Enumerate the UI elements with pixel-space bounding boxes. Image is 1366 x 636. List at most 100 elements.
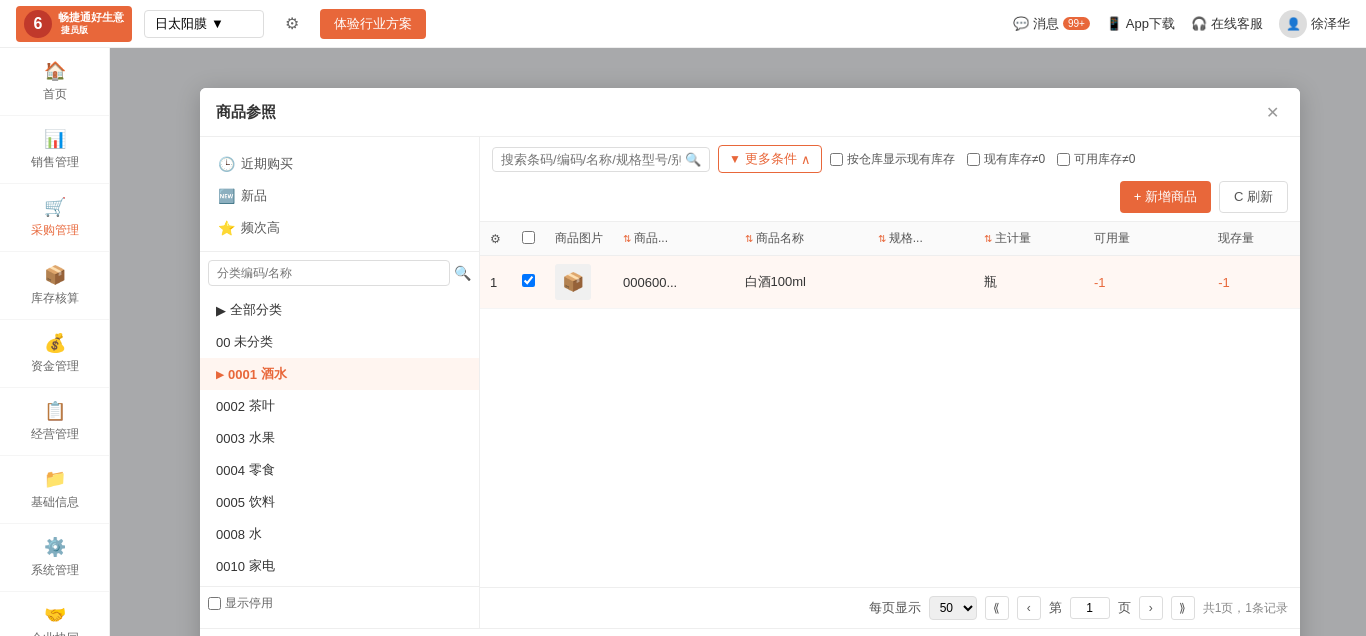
quick-tabs: 🕒 近期购买 🆕 新品 ⭐ 频次高 — [200, 145, 479, 247]
product-table-area: ⚙ 商品图片 ⇅ 商品... — [480, 222, 1300, 587]
gear-icon: ⚙ — [490, 232, 501, 246]
page-label: 第 — [1049, 599, 1062, 617]
product-search-box[interactable]: 🔍 — [492, 147, 710, 172]
category-item-0004[interactable]: 0004 零食 — [200, 454, 479, 486]
store-selector[interactable]: 日太阳膜 ▼ — [144, 10, 264, 38]
usable-not-zero-checkbox[interactable] — [1057, 153, 1070, 166]
category-item-0001[interactable]: ▶ 0001 酒水 — [200, 358, 479, 390]
sidebar-item-operations[interactable]: 📋 经营管理 — [0, 388, 109, 456]
table-row[interactable]: 1 📦 000600... 白酒100ml 瓶 -1 — [480, 256, 1300, 309]
product-reference-dialog: 商品参照 ✕ 🕒 近期购买 🆕 新品 — [200, 88, 1300, 636]
sidebar: 🏠 首页 📊 销售管理 🛒 采购管理 📦 库存核算 💰 资金管理 📋 经营管理 … — [0, 48, 110, 636]
category-item-00[interactable]: 00 未分类 — [200, 326, 479, 358]
th-spec[interactable]: ⇅ 规格... — [868, 222, 974, 256]
category-search-input[interactable] — [208, 260, 450, 286]
warehouse-filter-checkbox[interactable] — [830, 153, 843, 166]
category-all[interactable]: ▶ 全部分类 — [200, 294, 479, 326]
product-search-input[interactable] — [501, 152, 681, 167]
prev-page-btn[interactable]: ‹ — [1017, 596, 1041, 620]
purchase-icon: 🛒 — [44, 196, 66, 218]
app-download-btn[interactable]: 📱 App下载 — [1106, 15, 1175, 33]
warehouse-filter-label[interactable]: 按仓库显示现有库存 — [830, 151, 955, 168]
th-settings[interactable]: ⚙ — [480, 222, 512, 256]
row-unit: 瓶 — [974, 256, 1084, 309]
category-search-row: 🔍 — [200, 256, 479, 290]
category-code-0004: 0004 — [216, 463, 245, 478]
th-available[interactable]: 可用量 — [1084, 222, 1176, 256]
th-checkbox[interactable] — [512, 222, 545, 256]
show-disabled-checkbox[interactable]: 显示停用 — [208, 595, 471, 612]
category-code-0003: 0003 — [216, 431, 245, 446]
expand-icon: ▶ — [216, 303, 226, 318]
online-service-btn[interactable]: 🎧 在线客服 — [1191, 15, 1263, 33]
search-icon[interactable]: 🔍 — [454, 265, 471, 281]
category-item-0003[interactable]: 0003 水果 — [200, 422, 479, 454]
row-checkbox[interactable] — [512, 256, 545, 309]
stock-not-zero-label[interactable]: 现有库存≠0 — [967, 151, 1045, 168]
sort-icon-name: ⇅ — [745, 233, 753, 244]
filter-checkboxes: 按仓库显示现有库存 现有库存≠0 可用库存≠0 — [830, 151, 1136, 168]
messages-btn[interactable]: 💬 消息 99+ — [1013, 15, 1090, 33]
sort-icon-spec: ⇅ — [878, 233, 886, 244]
user-avatar-area[interactable]: 👤 徐泽华 — [1279, 10, 1350, 38]
sidebar-item-inventory[interactable]: 📦 库存核算 — [0, 252, 109, 320]
add-product-btn[interactable]: + 新增商品 — [1120, 181, 1211, 213]
dialog-header: 商品参照 ✕ — [200, 88, 1300, 137]
sidebar-item-purchase[interactable]: 🛒 采购管理 — [0, 184, 109, 252]
logo-icon: 6 — [24, 10, 52, 38]
category-item-0005[interactable]: 0005 饮料 — [200, 486, 479, 518]
category-item-0010[interactable]: 0010 家电 — [200, 550, 479, 582]
mobile-icon: 📱 — [1106, 16, 1122, 31]
basic-info-icon: 📁 — [44, 468, 66, 490]
th-unit[interactable]: ⇅ 主计量 — [974, 222, 1084, 256]
category-code-0008: 0008 — [216, 527, 245, 542]
dialog-body: 🕒 近期购买 🆕 新品 ⭐ 频次高 — [200, 137, 1300, 628]
trial-btn[interactable]: 体验行业方案 — [320, 9, 426, 39]
filter-more-btn[interactable]: ▼ 更多条件 ∧ — [718, 145, 822, 173]
first-page-btn[interactable]: ⟪ — [985, 596, 1009, 620]
th-name[interactable]: ⇅ 商品名称 — [735, 222, 868, 256]
content-area: 商品参照 ✕ 🕒 近期购买 🆕 新品 — [110, 48, 1366, 636]
last-page-btn[interactable]: ⟫ — [1171, 596, 1195, 620]
tab-high-frequency[interactable]: ⭐ 频次高 — [208, 213, 471, 243]
product-image: 📦 — [555, 264, 591, 300]
category-list: ▶ 全部分类 00 未分类 ▶ 0001 酒水 — [200, 290, 479, 586]
settings-icon[interactable]: ⚙ — [276, 8, 308, 40]
page-size-label: 每页显示 — [869, 599, 921, 617]
stock-not-zero-checkbox[interactable] — [967, 153, 980, 166]
sidebar-item-system[interactable]: ⚙️ 系统管理 — [0, 524, 109, 592]
arrow-icon-0001: ▶ — [216, 369, 224, 380]
category-item-0008[interactable]: 0008 水 — [200, 518, 479, 550]
category-code-00: 00 — [216, 335, 230, 350]
avatar: 👤 — [1279, 10, 1307, 38]
page-size-select[interactable]: 50 — [929, 596, 977, 620]
refresh-btn[interactable]: C 刷新 — [1219, 181, 1288, 213]
sidebar-item-home[interactable]: 🏠 首页 — [0, 48, 109, 116]
show-disabled-input[interactable] — [208, 597, 221, 610]
pagination: 每页显示 50 ⟪ ‹ 第 页 › ⟫ 共1页，1条记录 — [480, 587, 1300, 628]
dialog-title: 商品参照 — [216, 103, 276, 122]
th-code[interactable]: ⇅ 商品... — [613, 222, 735, 256]
sidebar-item-finance[interactable]: 💰 资金管理 — [0, 320, 109, 388]
search-icon[interactable]: 🔍 — [685, 152, 701, 167]
toolbar-action-btns: + 新增商品 C 刷新 — [1120, 181, 1288, 213]
sidebar-item-basic-info[interactable]: 📁 基础信息 — [0, 456, 109, 524]
th-stock[interactable]: 现存量 — [1208, 222, 1300, 256]
row-checkbox-input[interactable] — [522, 274, 535, 287]
filter-icon: ▼ — [729, 152, 741, 166]
logo-text: 畅捷通好生意 捷员版 — [58, 11, 124, 37]
usable-not-zero-label[interactable]: 可用库存≠0 — [1057, 151, 1135, 168]
sidebar-item-sales[interactable]: 📊 销售管理 — [0, 116, 109, 184]
next-page-btn[interactable]: › — [1139, 596, 1163, 620]
tab-new-products[interactable]: 🆕 新品 — [208, 181, 471, 211]
sidebar-item-enterprise[interactable]: 🤝 企业协同 — [0, 592, 109, 636]
tab-recent-purchase[interactable]: 🕒 近期购买 — [208, 149, 471, 179]
product-table: ⚙ 商品图片 ⇅ 商品... — [480, 222, 1300, 309]
th-empty — [1176, 222, 1209, 256]
dialog-close-button[interactable]: ✕ — [1260, 100, 1284, 124]
chevron-up-icon: ∧ — [801, 152, 811, 167]
category-item-0002[interactable]: 0002 茶叶 — [200, 390, 479, 422]
page-input[interactable] — [1070, 597, 1110, 619]
select-all-checkbox[interactable] — [522, 231, 535, 244]
page-total-info: 共1页，1条记录 — [1203, 600, 1288, 617]
